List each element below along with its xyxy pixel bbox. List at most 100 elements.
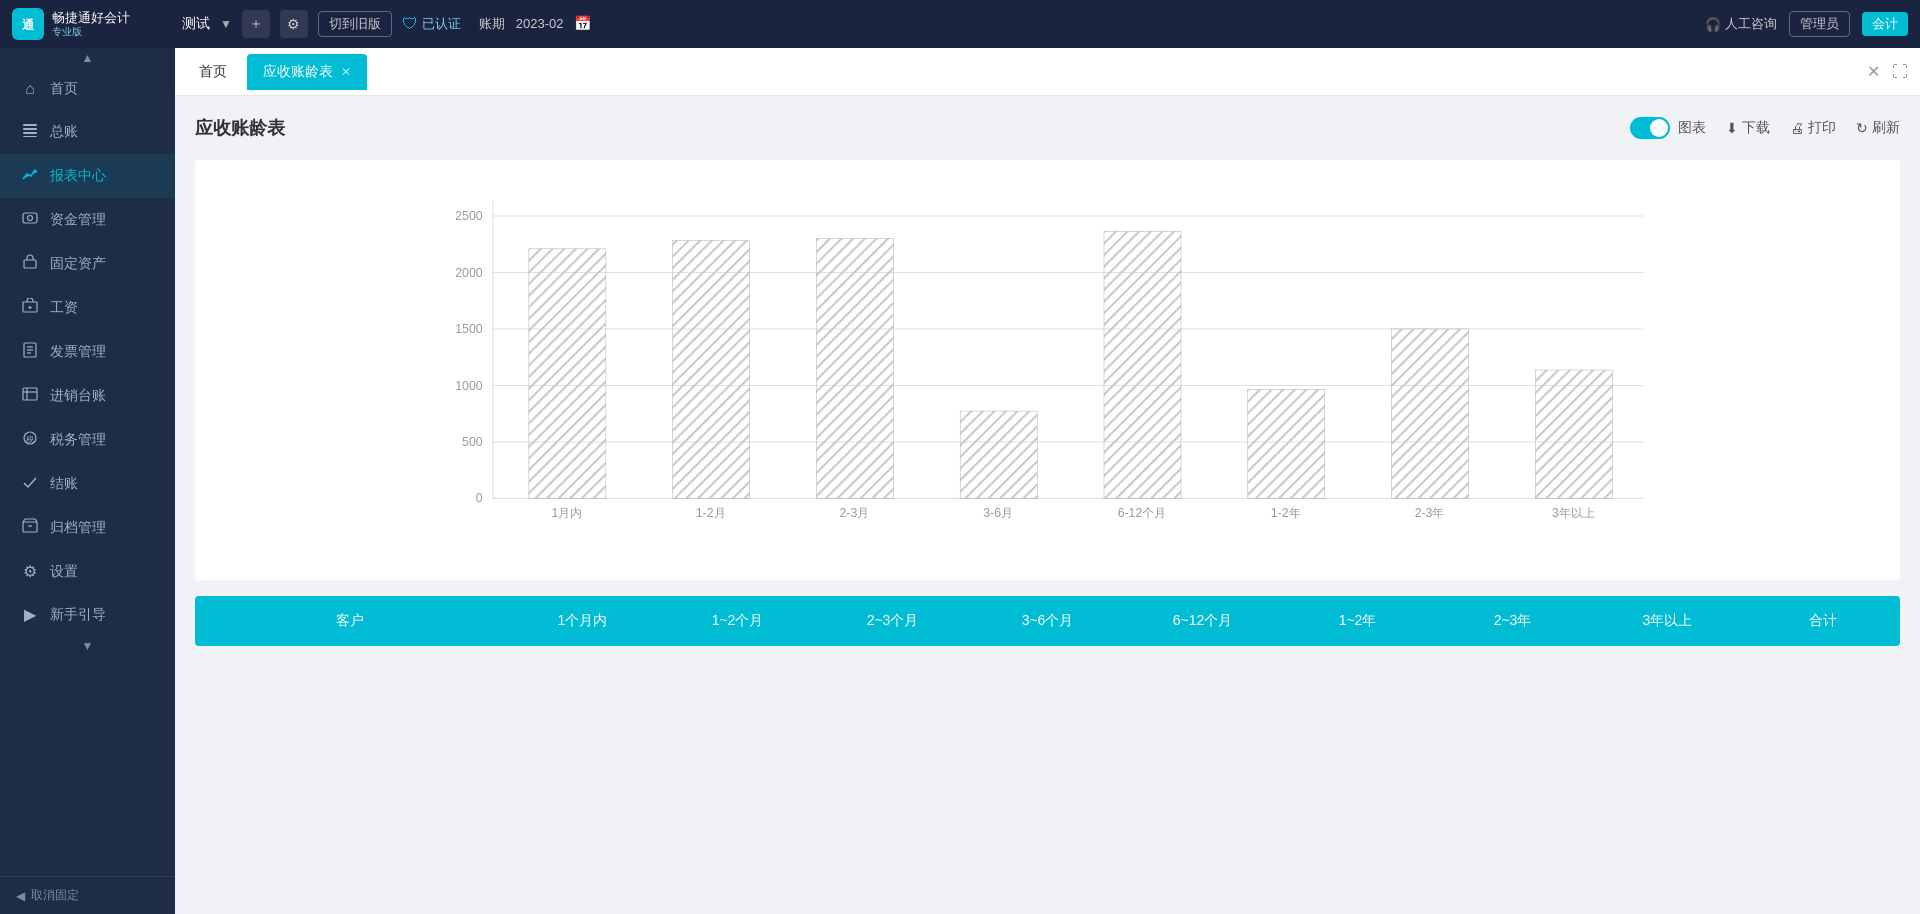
guide-icon: ▶ — [20, 605, 40, 624]
logo-icon: 通 — [12, 8, 44, 40]
chart-toggle-label: 图表 — [1678, 119, 1706, 137]
ledger-icon — [20, 122, 40, 142]
bar-3-6月 — [960, 411, 1037, 498]
sidebar-item-report[interactable]: 报表中心 — [0, 154, 175, 198]
switch-old-button[interactable]: 切到旧版 — [318, 11, 392, 37]
sidebar-assets-label: 固定资产 — [50, 255, 106, 273]
period-value: 2023-02 — [516, 16, 564, 31]
dropdown-icon[interactable]: ▼ — [220, 17, 232, 31]
sidebar-item-salary[interactable]: 工资 — [0, 286, 175, 330]
refresh-button[interactable]: ↻ 刷新 — [1856, 119, 1900, 137]
tab-home-label: 首页 — [199, 63, 227, 81]
sidebar-item-sales[interactable]: 进销台账 — [0, 374, 175, 418]
topbar-main: 测试 ▼ ＋ ⚙ 切到旧版 🛡 已认证 账期 2023-02 📅 — [182, 10, 1695, 38]
sidebar-invoice-label: 发票管理 — [50, 343, 106, 361]
expand-window-icon[interactable]: ⛶ — [1892, 63, 1908, 81]
chart-toggle-container: 图表 — [1630, 117, 1706, 139]
sidebar-item-guide[interactable]: ▶ 新手引导 — [0, 593, 175, 636]
svg-text:1000: 1000 — [455, 379, 483, 393]
bar-2-3月 — [816, 239, 893, 499]
service-label: 人工咨询 — [1725, 15, 1777, 33]
sidebar-tax-label: 税务管理 — [50, 431, 106, 449]
sidebar-item-tax[interactable]: 税 税务管理 — [0, 418, 175, 462]
table-col-1-2m: 1~2个月 — [660, 596, 815, 646]
tab-close-icon[interactable]: ✕ — [341, 65, 351, 79]
unpin-icon: ◀ — [16, 889, 25, 903]
app-name: 畅捷通好会计 — [52, 10, 130, 26]
refresh-icon: ↻ — [1856, 120, 1868, 136]
service-button[interactable]: 🎧 人工咨询 — [1705, 15, 1777, 33]
download-button[interactable]: ⬇ 下载 — [1726, 119, 1770, 137]
svg-text:税: 税 — [26, 435, 34, 444]
sidebar-item-settings[interactable]: ⚙ 设置 — [0, 550, 175, 593]
tab-bar: 首页 应收账龄表 ✕ ✕ ⛶ — [175, 48, 1920, 96]
sidebar-guide-label: 新手引导 — [50, 606, 106, 624]
sidebar-item-settle[interactable]: 结账 — [0, 462, 175, 506]
cancel-fixed-button[interactable]: ◀ 取消固定 — [0, 876, 175, 914]
period-label: 账期 — [479, 16, 505, 31]
x-label-1月内: 1月内 — [551, 506, 582, 520]
funds-icon — [20, 210, 40, 230]
tab-aging[interactable]: 应收账龄表 ✕ — [247, 54, 367, 90]
add-button[interactable]: ＋ — [242, 10, 270, 38]
tab-home[interactable]: 首页 — [183, 54, 243, 90]
period-info: 账期 2023-02 📅 — [479, 15, 591, 33]
sidebar-item-ledger[interactable]: 总账 — [0, 110, 175, 154]
sidebar-item-archive[interactable]: 归档管理 — [0, 506, 175, 550]
x-label-2-3年: 2-3年 — [1415, 506, 1445, 520]
bar-1-2月 — [673, 241, 750, 499]
tax-icon: 税 — [20, 430, 40, 450]
svg-rect-3 — [23, 128, 37, 130]
svg-rect-4 — [23, 132, 37, 134]
svg-rect-6 — [23, 213, 37, 223]
table-header: 客户 1个月内 1~2个月 2~3个月 3~6个月 6~12个月 1~2年 2~… — [195, 596, 1900, 646]
table-container: 客户 1个月内 1~2个月 2~3个月 3~6个月 6~12个月 1~2年 2~… — [195, 596, 1900, 646]
topbar-right: 🎧 人工咨询 管理员 会计 — [1705, 11, 1908, 37]
refresh-label: 刷新 — [1872, 119, 1900, 137]
svg-point-7 — [28, 216, 33, 221]
sidebar-item-funds[interactable]: 资金管理 — [0, 198, 175, 242]
svg-rect-2 — [23, 124, 37, 126]
sidebar-settings-label: 设置 — [50, 563, 78, 581]
table-col-2-3m: 2~3个月 — [815, 596, 970, 646]
sidebar-item-invoice[interactable]: 发票管理 — [0, 330, 175, 374]
svg-rect-5 — [23, 136, 37, 137]
assets-icon — [20, 254, 40, 274]
x-label-3年以上: 3年以上 — [1552, 506, 1595, 520]
close-window-icon[interactable]: ✕ — [1867, 62, 1880, 81]
sidebar-funds-label: 资金管理 — [50, 211, 106, 229]
table-col-3y: 3年以上 — [1590, 596, 1745, 646]
settings-nav-icon: ⚙ — [20, 562, 40, 581]
sidebar-scroll-down[interactable]: ▼ — [0, 636, 175, 656]
sidebar-home-label: 首页 — [50, 80, 78, 98]
download-label: 下载 — [1742, 119, 1770, 137]
sidebar-item-home[interactable]: ⌂ 首页 — [0, 68, 175, 110]
accountant-button[interactable]: 会计 — [1862, 12, 1908, 36]
settings-icon[interactable]: ⚙ — [280, 10, 308, 38]
page-title: 应收账龄表 — [195, 116, 285, 140]
bar-1月内 — [529, 249, 606, 499]
table-col-1-2y: 1~2年 — [1280, 596, 1435, 646]
svg-text:2000: 2000 — [455, 266, 483, 280]
svg-text:2500: 2500 — [455, 209, 483, 223]
chart-toggle-switch[interactable] — [1630, 117, 1670, 139]
print-button[interactable]: 🖨 打印 — [1790, 119, 1836, 137]
calendar-icon[interactable]: 📅 — [574, 15, 591, 31]
tab-bar-right: ✕ ⛶ — [1867, 62, 1920, 81]
svg-rect-21 — [23, 522, 37, 532]
sidebar-item-assets[interactable]: 固定资产 — [0, 242, 175, 286]
svg-text:1500: 1500 — [455, 322, 483, 336]
content-area: 首页 应收账龄表 ✕ ✕ ⛶ 应收账龄表 图表 — [175, 48, 1920, 914]
sidebar-scroll-up[interactable]: ▲ — [0, 48, 175, 68]
admin-button[interactable]: 管理员 — [1789, 11, 1850, 37]
topbar: 通 畅捷通好会计 专业版 测试 ▼ ＋ ⚙ 切到旧版 🛡 已认证 账期 2023… — [0, 0, 1920, 48]
table-col-2-3y: 2~3年 — [1435, 596, 1590, 646]
table-col-6-12m: 6~12个月 — [1125, 596, 1280, 646]
logo-text: 畅捷通好会计 专业版 — [52, 10, 130, 38]
svg-rect-16 — [23, 388, 37, 400]
sidebar-archive-label: 归档管理 — [50, 519, 106, 537]
toolbar-right: 图表 ⬇ 下载 🖨 打印 ↻ 刷新 — [1630, 117, 1900, 139]
cancel-fixed-label: 取消固定 — [31, 887, 79, 904]
download-icon: ⬇ — [1726, 120, 1738, 136]
certified-badge: 🛡 已认证 — [402, 15, 461, 33]
